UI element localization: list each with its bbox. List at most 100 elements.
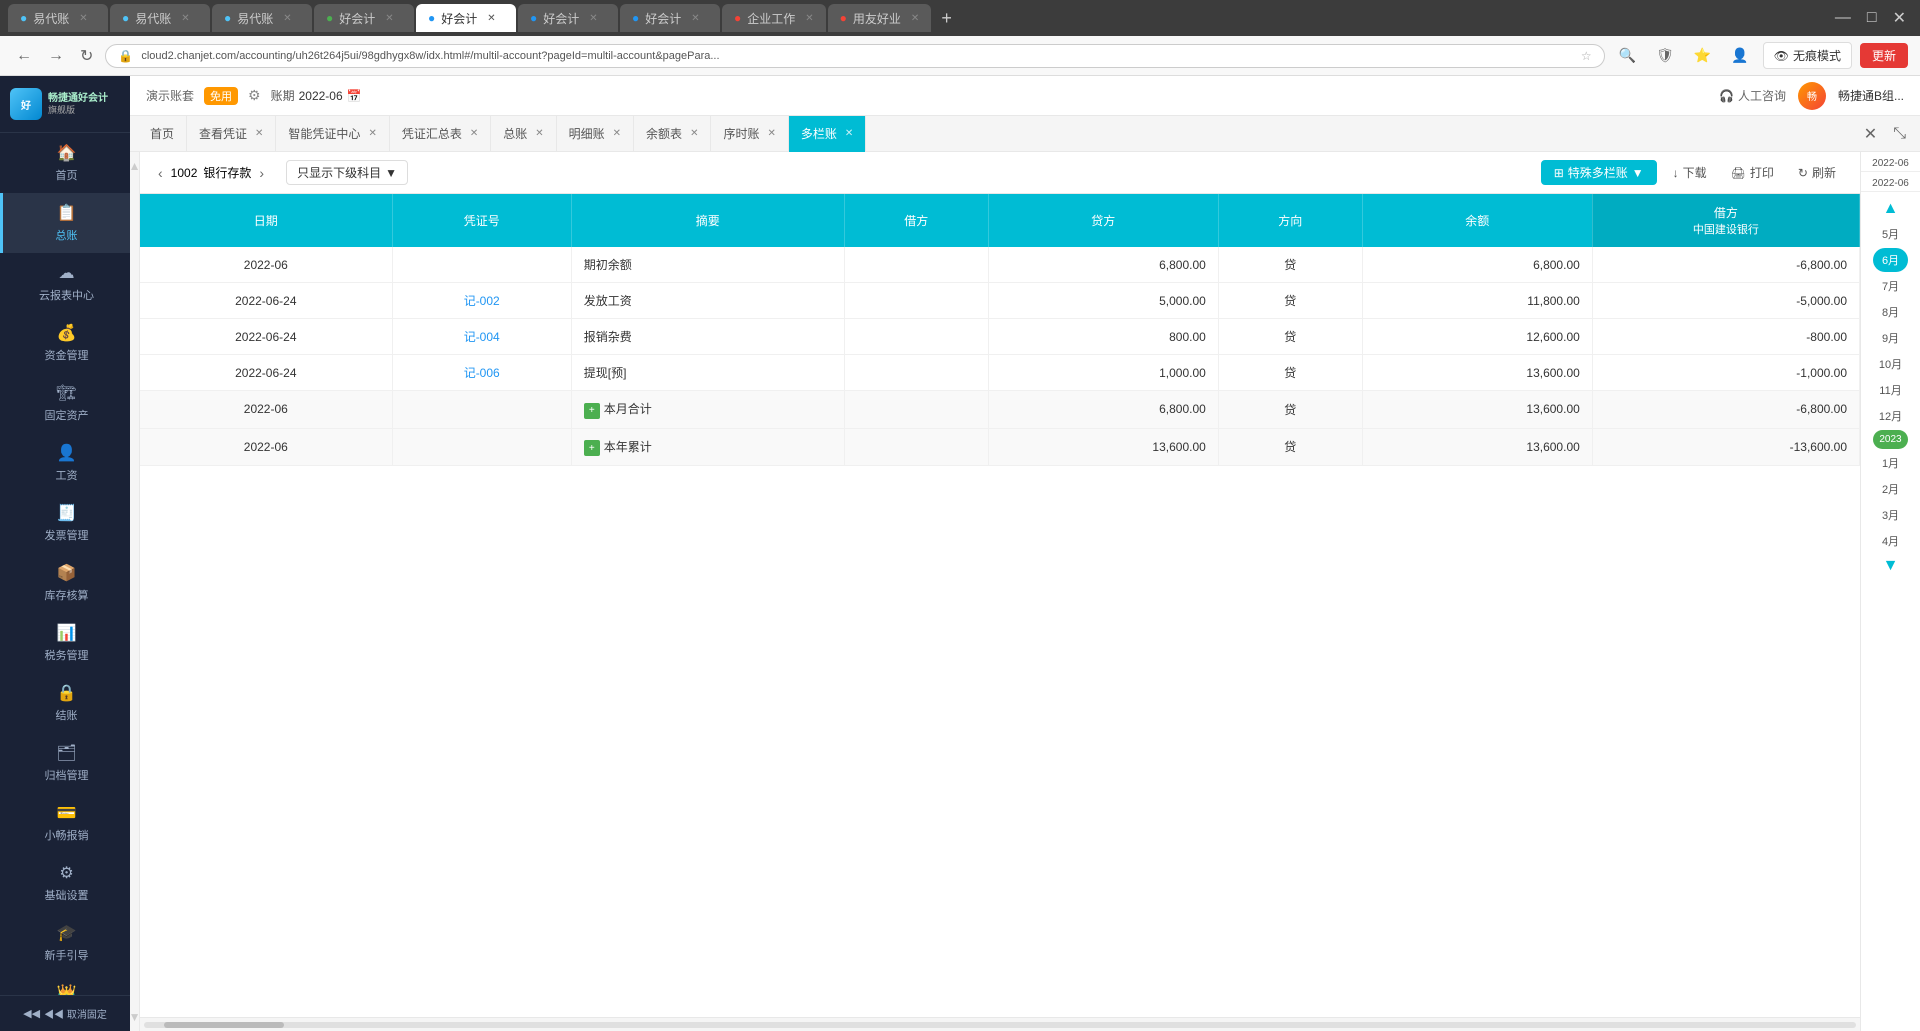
sidebar-item-home[interactable]: 🏠 首页	[0, 133, 130, 193]
special-multicolumn-button[interactable]: ⊞ 特殊多栏账 ▼	[1541, 160, 1657, 185]
sidebar-item-tax[interactable]: 📊 税务管理	[0, 613, 130, 673]
url-bar[interactable]: 🔒 cloud2.chanjet.com/accounting/uh26t264…	[105, 44, 1604, 68]
tab-voucher-summary-close[interactable]: ✕	[470, 128, 478, 139]
demo-badge[interactable]: 免用	[204, 87, 238, 105]
tab-balance[interactable]: 余额表 ✕	[634, 116, 711, 152]
tab-journal[interactable]: 序时账 ✕	[711, 116, 788, 152]
sidebar-item-assets[interactable]: 🏗 固定资产	[0, 373, 130, 433]
browser-tab-5[interactable]: ● 好会计 ✕	[416, 4, 516, 32]
new-tab-button[interactable]: +	[933, 8, 960, 29]
download-button[interactable]: ↓ 下载	[1665, 161, 1715, 184]
tab-general-ledger[interactable]: 总账 ✕	[491, 116, 556, 152]
tab-smart-center-close[interactable]: ✕	[368, 128, 376, 139]
voucher-link-004[interactable]: 记-004	[464, 330, 500, 344]
month-4[interactable]: 4月	[1873, 529, 1908, 553]
sidebar-item-salary[interactable]: 👤 工资	[0, 433, 130, 493]
sidebar-item-archive[interactable]: 🗂 归档管理	[0, 733, 130, 793]
unpin-button[interactable]: ◀◀ ◀◀ 取消固定	[10, 1006, 120, 1021]
row1-date: 2022-06	[140, 247, 392, 283]
month-5[interactable]: 5月	[1873, 222, 1908, 246]
tab-close-5[interactable]: ✕	[487, 13, 495, 24]
tab-close-7[interactable]: ✕	[691, 13, 699, 24]
browser-tab-1[interactable]: ● 易代账 ✕	[8, 4, 108, 32]
sidebar-item-inventory[interactable]: 📦 库存核算	[0, 553, 130, 613]
tab-general-ledger-close[interactable]: ✕	[535, 128, 543, 139]
sidebar-item-ledger[interactable]: 📋 总账	[0, 193, 130, 253]
next-account-button[interactable]: ›	[257, 163, 266, 183]
tab-close-3[interactable]: ✕	[283, 13, 291, 24]
browser-tab-3[interactable]: ● 易代账 ✕	[212, 4, 312, 32]
month-11[interactable]: 11月	[1873, 378, 1908, 402]
close-button[interactable]: ✕	[1887, 6, 1912, 30]
tab-close-1[interactable]: ✕	[79, 13, 87, 24]
prev-account-button[interactable]: ‹	[156, 163, 165, 183]
month-scroll-down[interactable]: ▼	[1879, 553, 1903, 579]
tab-balance-close[interactable]: ✕	[690, 128, 698, 139]
refresh-button[interactable]: ↻ 刷新	[1790, 161, 1844, 184]
sidebar-item-invoice[interactable]: 🧾 发票管理	[0, 493, 130, 553]
browser-tab-6[interactable]: ● 好会计 ✕	[518, 4, 618, 32]
month-10[interactable]: 10月	[1873, 352, 1908, 376]
maximize-button[interactable]: □	[1861, 7, 1883, 29]
horizontal-scrollbar[interactable]	[140, 1017, 1860, 1031]
tab-smart-center[interactable]: 智能凭证中心 ✕	[276, 116, 389, 152]
sidebar-item-expense[interactable]: 💳 小畅报销	[0, 793, 130, 853]
tab-detail-ledger-close[interactable]: ✕	[613, 128, 621, 139]
browser-tab-7[interactable]: ● 好会计 ✕	[620, 4, 720, 32]
month-1[interactable]: 1月	[1873, 451, 1908, 475]
settings-gear-icon[interactable]: ⚙	[248, 87, 261, 104]
browser-tab-9[interactable]: ● 用友好业 ✕	[828, 4, 932, 32]
tab-voucher-summary[interactable]: 凭证汇总表 ✕	[390, 116, 491, 152]
month-3[interactable]: 3月	[1873, 503, 1908, 527]
tabs-collapse-button[interactable]: ✕	[1858, 122, 1883, 146]
reload-button[interactable]: ↻	[76, 44, 97, 68]
month-8[interactable]: 8月	[1873, 300, 1908, 324]
back-button[interactable]: ←	[12, 45, 36, 67]
tab-home[interactable]: 首页	[138, 116, 187, 152]
month-9[interactable]: 9月	[1873, 326, 1908, 350]
month-scroll-up[interactable]: ▲	[1879, 196, 1903, 222]
bookmark-button[interactable]: ⭐	[1688, 45, 1717, 66]
tab-detail-ledger[interactable]: 明细账 ✕	[557, 116, 634, 152]
shield-button[interactable]: 🛡	[1650, 45, 1680, 66]
minimize-button[interactable]: —	[1829, 7, 1857, 29]
help-button[interactable]: 🎧 人工咨询	[1719, 87, 1786, 104]
month-7[interactable]: 7月	[1873, 274, 1908, 298]
print-button[interactable]: 🖨 打印	[1723, 161, 1782, 184]
sidebar-item-settings[interactable]: ⚙ 基础设置	[0, 853, 130, 913]
tab-view-voucher-close[interactable]: ✕	[255, 128, 263, 139]
tab-view-voucher[interactable]: 查看凭证 ✕	[187, 116, 276, 152]
browser-tab-2[interactable]: ● 易代账 ✕	[110, 4, 210, 32]
tab-close-4[interactable]: ✕	[385, 13, 393, 24]
tab-journal-close[interactable]: ✕	[767, 128, 775, 139]
voucher-link-006[interactable]: 记-006	[464, 366, 500, 380]
tab-close-9[interactable]: ✕	[911, 13, 919, 24]
update-button[interactable]: 更新	[1860, 43, 1908, 68]
sidebar-item-vip[interactable]: 👑 畅会员	[0, 973, 130, 995]
tab-close-2[interactable]: ✕	[181, 13, 189, 24]
sidebar-item-reports[interactable]: ☁ 云报表中心	[0, 253, 130, 313]
tab-multi-column[interactable]: 多栏账 ✕	[789, 116, 866, 152]
year-2023[interactable]: 2023	[1873, 430, 1908, 449]
tab-close-8[interactable]: ✕	[805, 13, 813, 24]
forward-button[interactable]: →	[44, 45, 68, 67]
tab-close-6[interactable]: ✕	[589, 13, 597, 24]
star-icon[interactable]: ☆	[1581, 49, 1592, 63]
voucher-link-002[interactable]: 记-002	[464, 294, 500, 308]
month-2[interactable]: 2月	[1873, 477, 1908, 501]
tab-multi-column-close[interactable]: ✕	[845, 128, 853, 139]
extensions-button[interactable]: 🔍	[1613, 45, 1642, 66]
filter-dropdown[interactable]: 只显示下级科目 ▼	[286, 160, 408, 185]
wuhen-mode-button[interactable]: 👁 无痕模式	[1763, 42, 1852, 69]
month-12[interactable]: 12月	[1873, 404, 1908, 428]
calendar-icon[interactable]: 📅	[347, 89, 362, 103]
profile-button[interactable]: 👤	[1725, 45, 1754, 66]
tabs-expand-button[interactable]: ⤡	[1887, 123, 1912, 145]
browser-tab-8[interactable]: ● 企业工作 ✕	[722, 4, 826, 32]
scrollbar-thumb[interactable]	[164, 1022, 284, 1028]
month-6[interactable]: 6月	[1873, 248, 1908, 272]
browser-tab-4[interactable]: ● 好会计 ✕	[314, 4, 414, 32]
sidebar-item-finance[interactable]: 💰 资金管理	[0, 313, 130, 373]
sidebar-item-close[interactable]: 🔒 结账	[0, 673, 130, 733]
sidebar-item-guide[interactable]: 🎓 新手引导	[0, 913, 130, 973]
